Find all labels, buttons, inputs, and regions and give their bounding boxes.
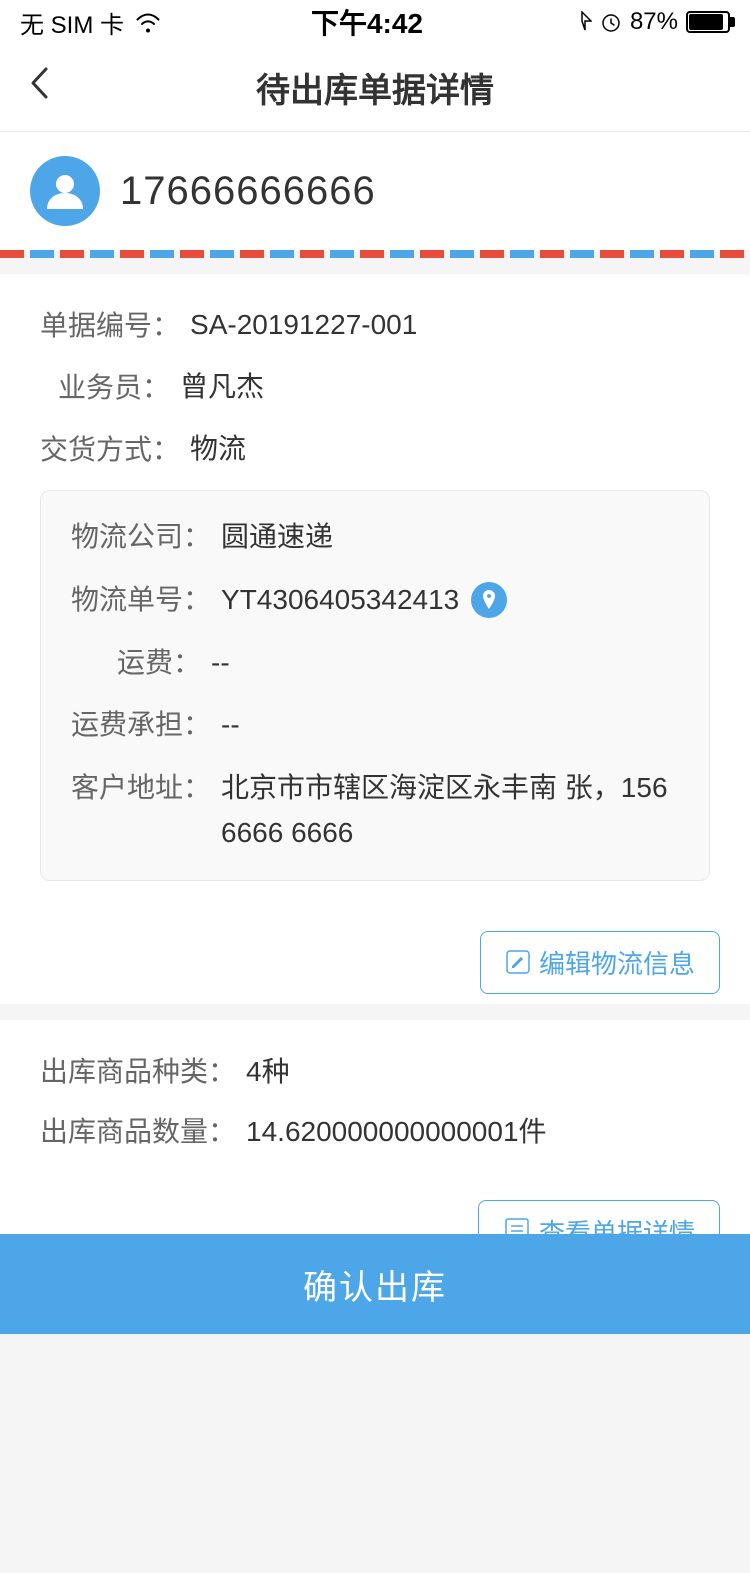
tracking-number-value: YT43064053424​13 (221, 578, 679, 623)
location-pin-icon[interactable] (471, 582, 507, 618)
nav-bar: 待出库单据详情 (0, 44, 750, 132)
alarm-icon (600, 11, 622, 33)
edit-logistics-label: 编辑物流信息 (539, 944, 695, 981)
logistics-company-row: 物流公司： 圆通速递 (71, 515, 679, 560)
edit-icon (505, 949, 531, 975)
delivery-method-row: 交货方式： 物流 (40, 428, 710, 470)
carrier-text: 无 SIM 卡 (20, 5, 124, 40)
dashed-divider (0, 250, 750, 258)
section-divider (0, 1004, 750, 1020)
delivery-method-value: 物流 (190, 428, 710, 470)
goods-section: 出库商品种类： 4种 出库商品数量： 14.620000000000001件 (0, 1020, 750, 1180)
address-label: 客户地址： (71, 766, 211, 806)
status-bar: 无 SIM 卡 下午4:42 87% (0, 0, 750, 44)
edit-logistics-button[interactable]: 编辑物流信息 (480, 931, 720, 994)
confirm-button[interactable]: 确认出库 (0, 1234, 750, 1334)
customer-phone: 17666666666 (120, 169, 376, 214)
goods-quantity-value: 14.620000000000001件 (246, 1110, 547, 1150)
freight-bear-label: 运费承担： (71, 703, 211, 743)
page-title: 待出库单据详情 (256, 63, 494, 112)
salesperson-row: 业务员： 曾凡杰 (40, 366, 710, 408)
location-arrow-icon (572, 11, 592, 33)
address-value: 北京市市辖区海淀区永丰南 张，156 6666 6666 (221, 766, 679, 856)
goods-type-label: 出库商品种类： (40, 1050, 236, 1090)
tracking-number-label: 物流单号： (71, 578, 211, 618)
back-button[interactable] (28, 65, 50, 110)
goods-quantity-label: 出库商品数量： (40, 1110, 236, 1150)
goods-type-row: 出库商品种类： 4种 (40, 1050, 710, 1090)
freight-bear-value: -- (221, 703, 679, 748)
freight-label: 运费： (71, 641, 201, 681)
logistics-company-label: 物流公司： (71, 515, 211, 555)
document-number-label: 单据编号： (40, 304, 180, 344)
salesperson-value: 曾凡杰 (180, 366, 710, 408)
delivery-method-label: 交货方式： (40, 428, 180, 468)
battery-icon (686, 11, 730, 33)
status-right-group: 87% (572, 8, 730, 36)
confirm-button-label: 确认出库 (303, 1260, 447, 1309)
avatar (30, 156, 100, 226)
logistics-company-value: 圆通速递 (221, 515, 679, 560)
person-icon (43, 169, 87, 213)
logistics-card: 物流公司： 圆通速递 物流单号： YT43064053424​13 运费： -- (40, 490, 710, 881)
time-text: 下午4:42 (311, 8, 423, 39)
goods-type-value: 4种 (246, 1050, 290, 1090)
status-time: 下午4:42 (311, 2, 423, 42)
freight-bear-row: 运费承担： -- (71, 703, 679, 748)
edit-logistics-row: 编辑物流信息 (0, 911, 750, 1004)
freight-value: -- (211, 641, 679, 686)
order-info-section: 单据编号： SA-20191227-001 业务员： 曾凡杰 交货方式： 物流 … (0, 274, 750, 911)
wifi-icon (134, 11, 162, 33)
customer-header: 17666666666 (0, 132, 750, 250)
document-number-value: SA-20191227-001 (190, 304, 710, 346)
goods-quantity-row: 出库商品数量： 14.620000000000001件 (40, 1110, 710, 1150)
status-carrier: 无 SIM 卡 (20, 5, 162, 40)
document-number-row: 单据编号： SA-20191227-001 (40, 304, 710, 346)
tracking-number-row: 物流单号： YT43064053424​13 (71, 578, 679, 623)
battery-percent: 87% (630, 8, 678, 36)
freight-row: 运费： -- (71, 641, 679, 686)
salesperson-label: 业务员： (40, 366, 170, 406)
address-row: 客户地址： 北京市市辖区海淀区永丰南 张，156 6666 6666 (71, 766, 679, 856)
